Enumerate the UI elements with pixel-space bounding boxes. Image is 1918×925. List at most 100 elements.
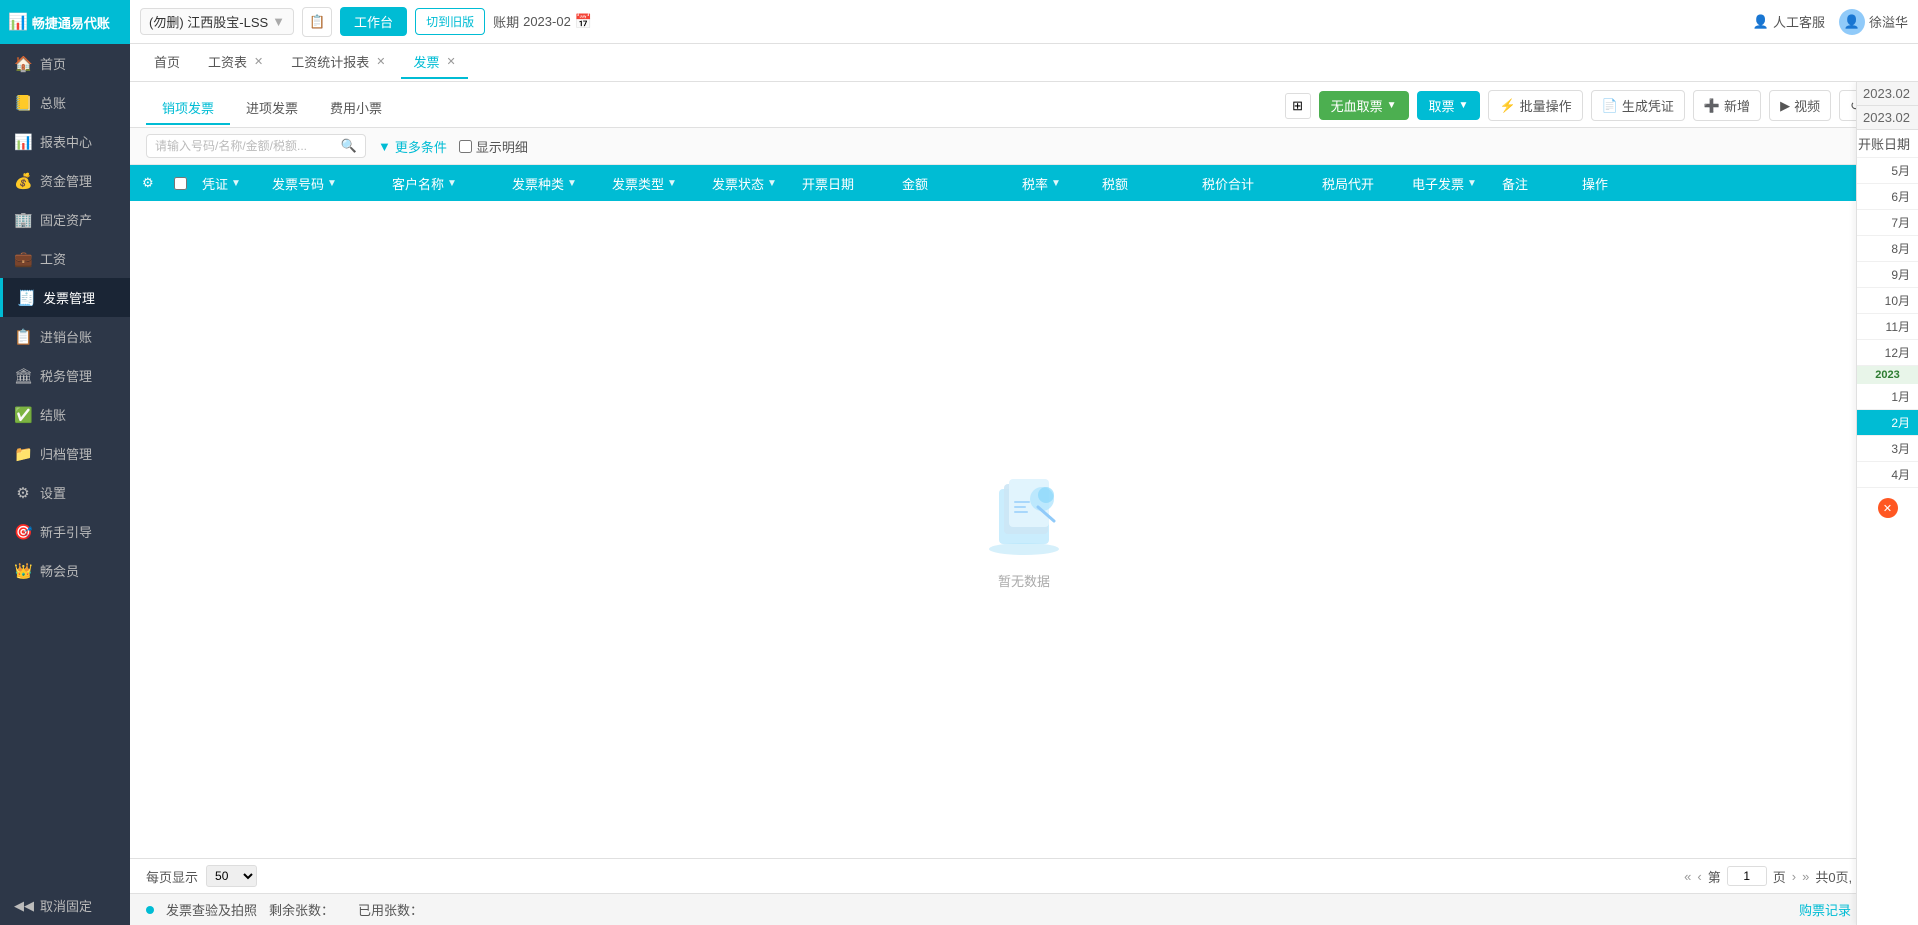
sidebar-item-invoice[interactable]: 🧾 发票管理 <box>0 278 130 317</box>
user-info[interactable]: 👤 徐溢华 <box>1839 9 1908 35</box>
new-label: 新增 <box>1724 96 1750 115</box>
batch-op-icon: ⚡ <box>1499 98 1515 114</box>
sidebar-item-label: 发票管理 <box>43 288 95 307</box>
date-item-open-date[interactable]: 📅 开账日期 <box>1857 130 1918 158</box>
no-ticket-button[interactable]: 无血取票 ▼ <box>1319 91 1409 120</box>
date-panel-close-area: ✕ <box>1857 488 1918 528</box>
close-salary-stats-tab[interactable]: ✕ <box>376 55 385 68</box>
purchase-record-link[interactable]: 购票记录 <box>1799 900 1851 919</box>
date-item-2023-3[interactable]: 3月 <box>1857 436 1918 462</box>
th-checkbox[interactable] <box>170 177 198 190</box>
type1-filter-icon[interactable]: ▼ <box>567 178 577 189</box>
elec-filter-icon[interactable]: ▼ <box>1467 178 1477 189</box>
status-filter-icon[interactable]: ▼ <box>767 178 777 189</box>
sidebar-item-label: 工资 <box>40 249 66 268</box>
th-setting[interactable]: ⚙ <box>138 175 170 191</box>
page-number-input[interactable] <box>1727 866 1767 886</box>
date-item-2023-4[interactable]: 4月 <box>1857 462 1918 488</box>
batch-op-button[interactable]: ⚡ 批量操作 <box>1488 90 1582 121</box>
subtab-sales-invoice[interactable]: 销项发票 <box>146 92 230 125</box>
close-salary-tab[interactable]: ✕ <box>254 55 263 68</box>
show-detail-checkbox[interactable] <box>459 140 472 153</box>
empty-state: 暂无数据 <box>130 201 1918 858</box>
tab-salary[interactable]: 工资表 ✕ <box>196 46 275 79</box>
show-detail-checkbox-label[interactable]: 显示明细 <box>459 137 528 156</box>
page-size-select[interactable]: 20 50 100 <box>206 865 257 887</box>
search-input[interactable] <box>155 139 337 153</box>
sidebar-item-reports[interactable]: 📊 报表中心 <box>0 122 130 161</box>
customer-filter-icon[interactable]: ▼ <box>447 178 457 189</box>
new-icon: ➕ <box>1704 98 1720 114</box>
sidebar-item-guide[interactable]: 🎯 新手引导 <box>0 512 130 551</box>
sidebar-item-archive[interactable]: 📁 归档管理 <box>0 434 130 473</box>
prev-page-button[interactable]: ‹ <box>1697 869 1701 884</box>
sidebar-item-close[interactable]: ✅ 结账 <box>0 395 130 434</box>
tab-home[interactable]: 首页 <box>142 46 192 79</box>
sidebar-item-label: 归档管理 <box>40 444 92 463</box>
sidebar-bottom-label: 取消固定 <box>40 896 92 915</box>
last-page-button[interactable]: » <box>1802 869 1809 884</box>
close-books-icon: ✅ <box>14 406 32 424</box>
sales-icon: 📋 <box>14 328 32 346</box>
sidebar-bottom-unpin[interactable]: ◀◀ 取消固定 <box>0 886 130 925</box>
sidebar-item-ledger[interactable]: 📒 总账 <box>0 83 130 122</box>
customer-service[interactable]: 👤 人工客服 <box>1753 12 1825 31</box>
date-item-2023-2[interactable]: 2月 <box>1857 410 1918 436</box>
th-taxcode: 税局代开 <box>1318 174 1408 193</box>
gen-voucher-label: 生成凭证 <box>1622 96 1674 115</box>
gen-voucher-icon: 📄 <box>1602 98 1618 114</box>
period-value: 2023-02 <box>523 14 571 29</box>
subtab-purchase-label: 进项发票 <box>246 101 298 116</box>
calendar-icon[interactable]: 📅 <box>575 13 592 30</box>
member-icon: 👑 <box>14 562 32 580</box>
tab-invoice[interactable]: 发票 ✕ <box>401 46 467 79</box>
sidebar-item-label: 畅会员 <box>40 561 79 580</box>
sidebar-item-sales[interactable]: 📋 进销台账 <box>0 317 130 356</box>
number-filter-icon[interactable]: ▼ <box>327 178 337 189</box>
date-item-2023-1[interactable]: 1月 <box>1857 384 1918 410</box>
service-label: 人工客服 <box>1773 12 1825 31</box>
next-page-button[interactable]: › <box>1792 869 1796 884</box>
sidebar-item-settings[interactable]: ⚙ 设置 <box>0 473 130 512</box>
sidebar-item-assets[interactable]: 🏢 固定资产 <box>0 200 130 239</box>
close-invoice-tab[interactable]: ✕ <box>447 55 456 68</box>
more-conditions-button[interactable]: ▼ 更多条件 <box>378 137 447 156</box>
type2-filter-icon[interactable]: ▼ <box>667 178 677 189</box>
first-page-button[interactable]: « <box>1684 869 1691 884</box>
switch-button[interactable]: 切到旧版 <box>415 8 485 35</box>
video-button[interactable]: ▶ 视频 <box>1769 90 1831 121</box>
taxrate-filter-icon[interactable]: ▼ <box>1051 178 1061 189</box>
sidebar-item-member[interactable]: 👑 畅会员 <box>0 551 130 590</box>
date-item-11[interactable]: 11月 <box>1857 314 1918 340</box>
sidebar-item-tax[interactable]: 🏛 税务管理 <box>0 356 130 395</box>
date-panel-close-button[interactable]: ✕ <box>1878 498 1898 518</box>
tab-salary-stats[interactable]: 工资统计报表 ✕ <box>279 46 397 79</box>
th-total: 税价合计 <box>1198 174 1318 193</box>
chevron-down-icon: ▼ <box>272 14 285 29</box>
new-button[interactable]: ➕ 新增 <box>1693 90 1761 121</box>
copy-icon[interactable]: 📋 <box>302 7 332 37</box>
subtab-purchase-invoice[interactable]: 进项发票 <box>230 92 314 125</box>
date-item-9[interactable]: 9月 <box>1857 262 1918 288</box>
date-item-5[interactable]: 5月 <box>1857 158 1918 184</box>
table-header: ⚙ 凭证 ▼ 发票号码 ▼ 客户名称 ▼ 发票种类 ▼ 发票类型 ▼ <box>130 165 1918 201</box>
workbench-button[interactable]: 工作台 <box>340 7 407 36</box>
sidebar-item-home[interactable]: 🏠 首页 <box>0 44 130 83</box>
voucher-filter-icon[interactable]: ▼ <box>231 178 241 189</box>
date-item-6[interactable]: 6月 <box>1857 184 1918 210</box>
grid-view-icon[interactable]: ⊞ <box>1285 93 1311 119</box>
ticket-button[interactable]: 取票 ▼ <box>1417 91 1481 120</box>
date-item-10[interactable]: 10月 <box>1857 288 1918 314</box>
subtab-expense-receipt[interactable]: 费用小票 <box>314 92 398 125</box>
funds-icon: 💰 <box>14 172 32 190</box>
date-item-7[interactable]: 7月 <box>1857 210 1918 236</box>
date-item-8[interactable]: 8月 <box>1857 236 1918 262</box>
sidebar-item-salary[interactable]: 💼 工资 <box>0 239 130 278</box>
gen-voucher-button[interactable]: 📄 生成凭证 <box>1591 90 1685 121</box>
company-selector[interactable]: (勿删) 江西股宝-LSS ▼ <box>140 8 294 35</box>
date-item-12[interactable]: 12月 <box>1857 340 1918 366</box>
th-taxrate: 税率 ▼ <box>1018 174 1098 193</box>
sidebar-item-funds[interactable]: 💰 资金管理 <box>0 161 130 200</box>
select-all-checkbox[interactable] <box>174 177 187 190</box>
tax-icon: 🏛 <box>14 367 32 385</box>
